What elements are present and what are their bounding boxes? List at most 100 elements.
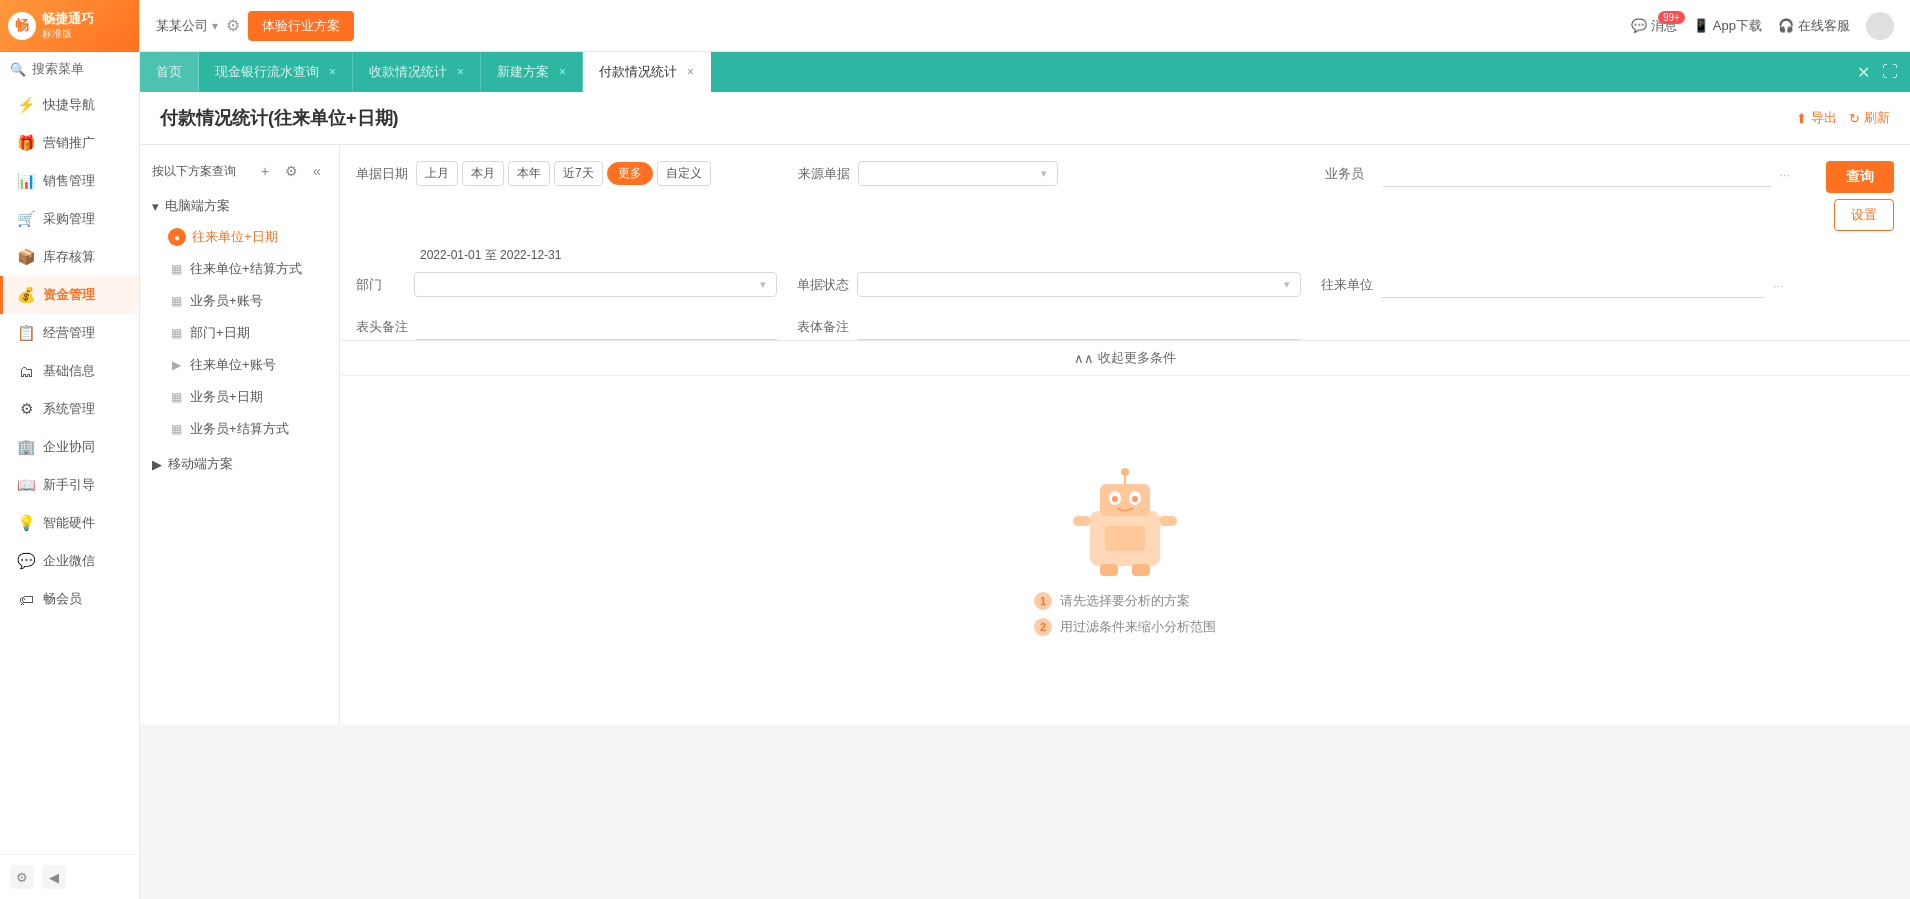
solution-item-label-4: 往来单位+账号 [190,356,276,374]
collapse-btn[interactable]: ∧∧ 收起更多条件 [1074,349,1176,367]
solution-item-counterpart-settlement[interactable]: ▦ 往来单位+结算方式 [140,253,339,285]
guide-icon: 📖 [17,476,35,494]
online-service-label: 在线客服 [1798,17,1850,35]
sidebar-item-sales[interactable]: 📊 销售管理 [0,162,139,200]
collapse-icon: ∧∧ [1074,351,1094,366]
trial-btn[interactable]: 体验行业方案 [248,11,354,41]
date-btn-this-month[interactable]: 本月 [462,161,504,186]
filter-head-note-item: 表头备注 [356,314,777,340]
sidebar-search-label: 搜索菜单 [32,60,84,78]
tab-close-all-btn[interactable]: ✕ [1853,63,1874,82]
solution-item-dept-date[interactable]: ▦ 部门+日期 [140,317,339,349]
sidebar-item-hardware[interactable]: 💡 智能硬件 [0,504,139,542]
solution-desktop-header[interactable]: ▾ 电脑端方案 [140,191,339,221]
sidebar-item-purchase[interactable]: 🛒 采购管理 [0,200,139,238]
filter-settings-btn[interactable]: 设置 [1834,199,1894,231]
solution-add-btn[interactable]: + [255,161,275,181]
head-note-input[interactable] [416,314,777,340]
sidebar-item-inventory[interactable]: 📦 库存核算 [0,238,139,276]
counterpart-input[interactable] [1381,272,1765,298]
wechat-icon: 💬 [17,552,35,570]
date-range-text: 2022-01-01 至 2022-12-31 [420,248,561,262]
query-btn[interactable]: 查询 [1826,161,1894,193]
sidebar-item-basic[interactable]: 🗂 基础信息 [0,352,139,390]
body-note-input[interactable] [857,314,1302,340]
solution-item-label-6: 业务员+结算方式 [190,420,289,438]
solution-item-staff-account[interactable]: ▦ 业务员+账号 [140,285,339,317]
date-btn-7days[interactable]: 近7天 [554,161,603,186]
sidebar-settings-icon: ⚙ [16,870,28,885]
tab-collection[interactable]: 收款情况统计 × [353,52,481,92]
sidebar-item-operation[interactable]: 📋 经营管理 [0,314,139,352]
tab-new-plan-close[interactable]: × [559,65,566,79]
marketing-label: 营销推广 [43,134,95,152]
sidebar-item-enterprise[interactable]: 🏢 企业协同 [0,428,139,466]
wechat-label: 企业微信 [43,552,95,570]
dept-select[interactable]: ▾ [414,272,777,297]
app-name-block: 畅捷通巧 标准版 [42,11,94,41]
solution-mobile-label: 移动端方案 [168,455,233,473]
tab-payment[interactable]: 付款情况统计 × [583,52,711,92]
collapse-label: 收起更多条件 [1098,349,1176,367]
date-label: 单据日期 [356,165,408,183]
sidebar-item-capital[interactable]: 💰 资金管理 [0,276,139,314]
sidebar-settings-btn[interactable]: ⚙ [10,865,34,889]
sidebar-item-member[interactable]: 🏷 畅会员 [0,580,139,618]
enterprise-icon: 🏢 [17,438,35,456]
tab-collection-label: 收款情况统计 [369,63,447,81]
tab-home[interactable]: 首页 [140,52,199,92]
solution-mobile-group[interactable]: ▶ 移动端方案 [140,449,339,479]
svg-point-4 [1112,496,1118,502]
staff-more-icon[interactable]: ··· [1779,167,1790,182]
user-avatar[interactable] [1866,12,1894,40]
message-btn[interactable]: 💬 消息 99+ [1631,17,1677,35]
empty-hints: 1 请先选择要分析的方案 2 用过滤条件来缩小分析范围 [1034,592,1216,636]
app-download-icon: 📱 [1693,18,1709,33]
date-btn-more[interactable]: 更多 [607,162,653,185]
guide-label: 新手引导 [43,476,95,494]
sidebar-item-marketing[interactable]: 🎁 营销推广 [0,124,139,162]
tab-spacer [711,52,1845,92]
tab-payment-close[interactable]: × [687,65,694,79]
chevron-right-icon: ▶ [152,457,162,472]
sidebar-item-system[interactable]: ⚙ 系统管理 [0,390,139,428]
enterprise-label: 企业协同 [43,438,95,456]
sidebar-item-wechat[interactable]: 💬 企业微信 [0,542,139,580]
solution-item-staff-settlement[interactable]: ▦ 业务员+结算方式 [140,413,339,445]
solution-item-icon-3: ▦ [168,325,184,341]
solution-collapse-btn[interactable]: « [307,161,327,181]
collapse-bar: ∧∧ 收起更多条件 [340,340,1910,375]
tab-collection-close[interactable]: × [457,65,464,79]
filter-dept-item: 部门 ▾ [356,272,777,297]
refresh-btn[interactable]: ↻ 刷新 [1849,109,1890,127]
export-btn[interactable]: ⬆ 导出 [1796,109,1837,127]
company-selector[interactable]: 某某公司 ▾ [156,17,218,35]
date-btn-this-year[interactable]: 本年 [508,161,550,186]
solution-item-icon-1: ▦ [168,261,184,277]
tab-cash-flow-close[interactable]: × [329,65,336,79]
solution-active-circle: ● [168,228,186,246]
tab-expand-btn[interactable]: ⛶ [1878,63,1902,81]
sidebar-item-guide[interactable]: 📖 新手引导 [0,466,139,504]
tab-cash-flow[interactable]: 现金银行流水查询 × [199,52,353,92]
sidebar: 畅 畅捷通巧 标准版 🔍 搜索菜单 ⚡ 快捷导航 🎁 营销推广 📊 销售管理 🛒… [0,0,140,899]
counterpart-more-icon[interactable]: ··· [1773,278,1784,293]
app-download-btn[interactable]: 📱 App下载 [1693,17,1762,35]
sidebar-item-quick-nav[interactable]: ⚡ 快捷导航 [0,86,139,124]
solution-settings-btn[interactable]: ⚙ [281,161,301,181]
source-select[interactable]: ▾ [858,161,1058,186]
staff-input[interactable] [1383,161,1771,187]
tab-new-plan[interactable]: 新建方案 × [481,52,583,92]
sidebar-collapse-btn[interactable]: ◀ [42,865,66,889]
date-btn-custom[interactable]: 自定义 [657,161,711,186]
solution-item-counterpart-account[interactable]: ▶ 往来单位+账号 [140,349,339,381]
online-service-btn[interactable]: 🎧 在线客服 [1778,17,1850,35]
solution-item-staff-date[interactable]: ▦ 业务员+日期 [140,381,339,413]
topbar-gear-icon[interactable]: ⚙ [226,16,240,35]
filter-row-1: 单据日期 上月 本月 本年 近7天 更多 自定义 [356,161,1894,231]
solution-item-label-3: 部门+日期 [190,324,250,342]
date-btn-last-month[interactable]: 上月 [416,161,458,186]
solution-item-counterpart-date[interactable]: ● 往来单位+日期 [140,221,339,253]
status-select[interactable]: ▾ [857,272,1302,297]
sidebar-search[interactable]: 🔍 搜索菜单 [0,52,139,86]
